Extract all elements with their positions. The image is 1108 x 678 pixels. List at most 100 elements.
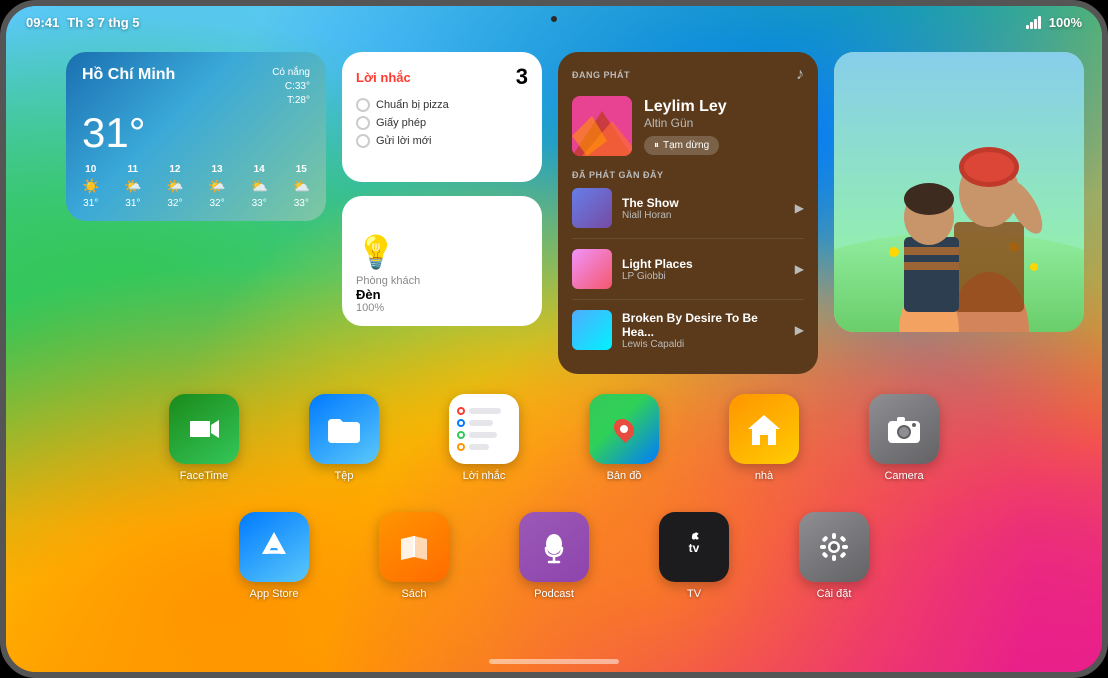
music-controls[interactable]: ⏸ Tạm dừng [644,136,804,155]
app-files-icon [309,394,379,464]
rem-icon-line-4 [457,443,511,451]
app-tv-label: TV [687,588,701,600]
music-queue-title-1: Light Places [622,257,785,271]
app-appstore-icon [239,512,309,582]
home-indicator[interactable] [489,659,619,664]
light-widget[interactable]: 💡 Phòng khách Đèn 100% [342,196,542,326]
status-time: 09:41 [26,15,59,30]
music-queue-art-1 [572,249,612,289]
wifi-bar-1 [1026,25,1029,29]
app-facetime[interactable]: FaceTime [169,394,239,482]
reminders-widget[interactable]: Lời nhắc 3 Chuẩn bị pizza Giấy phép Gửi … [342,52,542,182]
reminder-circle-1 [356,116,370,130]
tv-inner: tv [659,512,729,582]
app-settings[interactable]: Cài đặt [799,512,869,600]
reminder-circle-0 [356,98,370,112]
music-pause-button[interactable]: ⏸ Tạm dừng [644,136,719,155]
music-queue-play-0[interactable]: ▶ [795,201,804,215]
app-podcasts-label: Podcast [534,588,574,600]
music-widget[interactable]: ĐANG PHÁT ♪ [558,52,818,374]
light-percent: 100% [356,302,528,314]
music-queue-item-2[interactable]: Broken By Desire To Be Hea... Lewis Capa… [572,310,804,360]
app-podcasts-icon [519,512,589,582]
app-camera[interactable]: Camera [869,394,939,482]
reminders-header: Lời nhắc 3 [356,64,528,90]
app-camera-label: Camera [884,470,923,482]
music-queue-artist-2: Lewis Capaldi [622,339,785,350]
rem-icon-line-1 [457,407,511,415]
app-home-label: nhà [755,470,773,482]
forecast-day-4: 14 ⛅ 33° [250,164,267,209]
status-date: Th 3 7 thg 5 [67,15,139,30]
rem-circle-1 [457,407,465,415]
music-queue-info-2: Broken By Desire To Be Hea... Lewis Capa… [622,311,785,350]
music-queue-info-0: The Show Niall Horan [622,196,785,221]
app-podcasts[interactable]: Podcast [519,512,589,600]
light-icon: 💡 [356,233,528,271]
app-reminders[interactable]: Lời nhắc [449,394,519,482]
app-row-2: App Store [46,512,1062,600]
reminder-text-1: Giấy phép [376,117,426,129]
music-now-playing: Leylim Ley Altin Gün ⏸ Tạm dừng [572,96,804,156]
weather-temp-low: T:28° [272,94,310,108]
music-queue-item-0[interactable]: The Show Niall Horan ▶ [572,188,804,239]
maps-pin [610,415,638,443]
music-queue-play-2[interactable]: ▶ [795,323,804,337]
books-inner [379,512,449,582]
app-books-label: Sách [401,588,426,600]
music-queue-play-1[interactable]: ▶ [795,262,804,276]
app-books[interactable]: Sách [379,512,449,600]
app-reminders-label: Lời nhắc [463,470,506,482]
maps-inner [589,394,659,464]
music-queue-item-1[interactable]: Light Places LP Giobbi ▶ [572,249,804,300]
app-appstore-label: App Store [250,588,299,600]
app-home-icon [729,394,799,464]
reminders-count: 3 [516,64,528,90]
photos-bg [834,52,1084,332]
widgets-row: Hồ Chí Minh Có nắng C:33° T:28° 31° 10 ☀… [6,38,1102,384]
battery-level: 100% [1049,15,1082,30]
app-tv-icon: tv [659,512,729,582]
wifi-bar-2 [1030,22,1033,29]
reminders-icon-inner [449,394,519,464]
reminder-text-2: Gửi lời mới [376,135,431,147]
app-maps-icon [589,394,659,464]
app-files-label: Tệp [335,470,354,482]
status-bar: 09:41 Th 3 7 thg 5 100% [6,6,1102,38]
pause-icon: ⏸ [654,140,659,151]
reminders-title: Lời nhắc [356,70,411,85]
weather-temp-main: 31° [82,112,310,154]
small-widgets: Lời nhắc 3 Chuẩn bị pizza Giấy phép Gửi … [342,52,542,326]
app-files[interactable]: Tệp [309,394,379,482]
app-home[interactable]: nhà [729,394,799,482]
forecast-day-2: 12 🌤️ 32° [166,164,183,209]
reminder-item-2: Gửi lời mới [356,134,528,148]
app-appstore[interactable]: App Store [239,512,309,600]
app-maps[interactable]: Bản đồ [589,394,659,482]
photos-widget[interactable] [834,52,1084,332]
forecast-day-5: 15 ⛅ 33° [293,164,310,209]
app-settings-icon [799,512,869,582]
music-artist: Altin Gün [644,116,804,130]
rem-circle-4 [457,443,465,451]
app-camera-icon [869,394,939,464]
app-facetime-label: FaceTime [180,470,229,482]
wifi-bar-4 [1038,16,1041,29]
weather-top: Hồ Chí Minh Có nắng C:33° T:28° [82,66,310,108]
status-left: 09:41 Th 3 7 thg 5 [26,15,139,30]
weather-condition: Có nắng C:33° T:28° [272,66,310,108]
wifi-icon [1026,15,1041,29]
app-settings-label: Cài đặt [817,588,852,600]
app-row-1: FaceTime Tệp [46,394,1062,482]
forecast-day-0: 10 ☀️ 31° [82,164,99,209]
wifi-bar-3 [1034,19,1037,29]
weather-forecast: 10 ☀️ 31° 11 🌤️ 31° 12 🌤️ 32° [82,164,310,209]
appstore-inner [239,512,309,582]
music-album-art-inner [572,96,632,156]
music-recent-label: ĐÃ PHÁT GẦN ĐÂY [572,170,804,180]
music-queue-artist-0: Niall Horan [622,210,785,221]
settings-inner [799,512,869,582]
app-tv[interactable]: tv TV [659,512,729,600]
reminder-item-1: Giấy phép [356,116,528,130]
weather-widget[interactable]: Hồ Chí Minh Có nắng C:33° T:28° 31° 10 ☀… [66,52,326,221]
